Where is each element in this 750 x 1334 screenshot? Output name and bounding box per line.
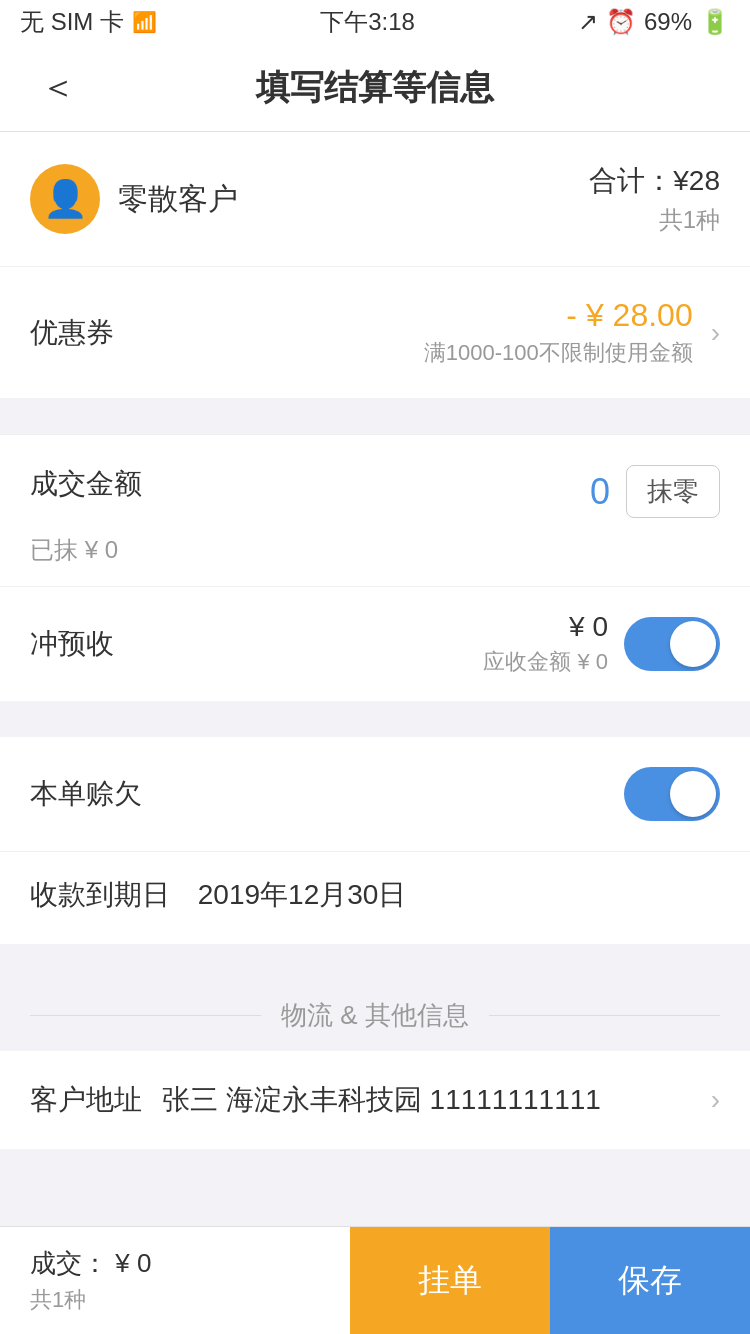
due-date-value: 2019年12月30日 [198,879,407,910]
bottom-bar: 成交： ¥ 0 共1种 挂单 保存 [0,1226,750,1334]
location-icon: ↗ [578,8,598,36]
debt-row: 本单赊欠 [0,737,750,851]
transaction-amount-row: 成交金额 0 抹零 [0,434,750,526]
customer-name: 零散客户 [118,179,238,220]
due-date-row: 收款到期日 2019年12月30日 [0,851,750,944]
nav-bar: ＜ 填写结算等信息 [0,44,750,132]
prepay-amount: ¥ 0 [483,611,608,643]
prepay-label: 冲预收 [30,625,114,663]
status-left: 无 SIM 卡 📶 [20,6,157,38]
bottom-transaction: 成交： ¥ 0 [30,1246,350,1281]
debt-label: 本单赊欠 [30,775,142,813]
divider-3 [0,962,750,980]
bottom-count: 共1种 [30,1285,350,1315]
transaction-value: 0 [590,471,610,513]
bottom-summary: 成交： ¥ 0 共1种 [0,1227,350,1334]
address-label: 客户地址 [30,1081,142,1119]
due-date-label: 收款到期日 [30,879,170,910]
prepay-receivable: 应收金额 ¥ 0 [483,647,608,677]
chevron-icon: › [711,317,720,349]
alarm-icon: ⏰ [606,8,636,36]
nav-title: 填写结算等信息 [256,65,494,111]
status-bar: 无 SIM 卡 📶 下午3:18 ↗ ⏰ 69% 🔋 [0,0,750,44]
round-zero-button[interactable]: 抹零 [626,465,720,518]
transaction-section: 成交金额 0 抹零 已抹 ¥ 0 冲预收 ¥ 0 应收金额 ¥ 0 [0,434,750,701]
divider-1 [0,416,750,434]
coupon-right: - ¥ 28.00 满1000-100不限制使用金额 › [424,297,720,368]
coupon-description: 满1000-100不限制使用金额 [424,338,693,368]
address-chevron-icon: › [711,1084,720,1116]
coupon-label: 优惠券 [30,314,114,352]
coupon-discount: - ¥ 28.00 [424,297,693,334]
status-right: ↗ ⏰ 69% 🔋 [578,8,730,36]
back-button[interactable]: ＜ [30,53,86,122]
battery-icon: 🔋 [700,8,730,36]
logistics-divider: 物流 & 其他信息 [0,980,750,1051]
coupon-detail: - ¥ 28.00 满1000-100不限制使用金额 [424,297,693,368]
prepay-toggle[interactable] [624,617,720,671]
wifi-icon: 📶 [132,10,157,34]
bottom-transaction-value: ¥ 0 [115,1248,151,1278]
address-value: 张三 海淀永丰科技园 11111111111 [162,1081,703,1119]
total-amount: 合计：¥28 [589,162,720,200]
divider-2 [0,719,750,737]
bottom-transaction-label: 成交： [30,1248,108,1278]
save-button[interactable]: 保存 [550,1227,750,1334]
prepay-detail: ¥ 0 应收金额 ¥ 0 [483,611,608,677]
customer-avatar: 👤 [30,164,100,234]
coupon-row[interactable]: 优惠券 - ¥ 28.00 满1000-100不限制使用金额 › [0,266,750,398]
debt-section: 本单赊欠 收款到期日 2019年12月30日 [0,737,750,944]
transaction-label: 成交金额 [30,465,142,503]
address-row[interactable]: 客户地址 张三 海淀永丰科技园 11111111111 › [0,1051,750,1149]
prepay-row: 冲预收 ¥ 0 应收金额 ¥ 0 [0,586,750,701]
customer-info: 👤 零散客户 [30,164,238,234]
already-rounded: 已抹 ¥ 0 [0,526,750,586]
sim-label: 无 SIM 卡 [20,6,124,38]
status-time: 下午3:18 [320,6,415,38]
battery-label: 69% [644,8,692,36]
customer-section: 👤 零散客户 合计：¥28 共1种 优惠券 - ¥ 28.00 满1000-10… [0,132,750,398]
debt-toggle[interactable] [624,767,720,821]
transaction-right: 0 抹零 [590,465,720,518]
customer-row: 👤 零散客户 合计：¥28 共1种 [0,132,750,266]
customer-total: 合计：¥28 共1种 [589,162,720,236]
hold-button[interactable]: 挂单 [350,1227,550,1334]
logistics-label: 物流 & 其他信息 [281,998,469,1033]
avatar-icon: 👤 [43,178,88,220]
total-count: 共1种 [589,204,720,236]
prepay-right: ¥ 0 应收金额 ¥ 0 [483,611,720,677]
